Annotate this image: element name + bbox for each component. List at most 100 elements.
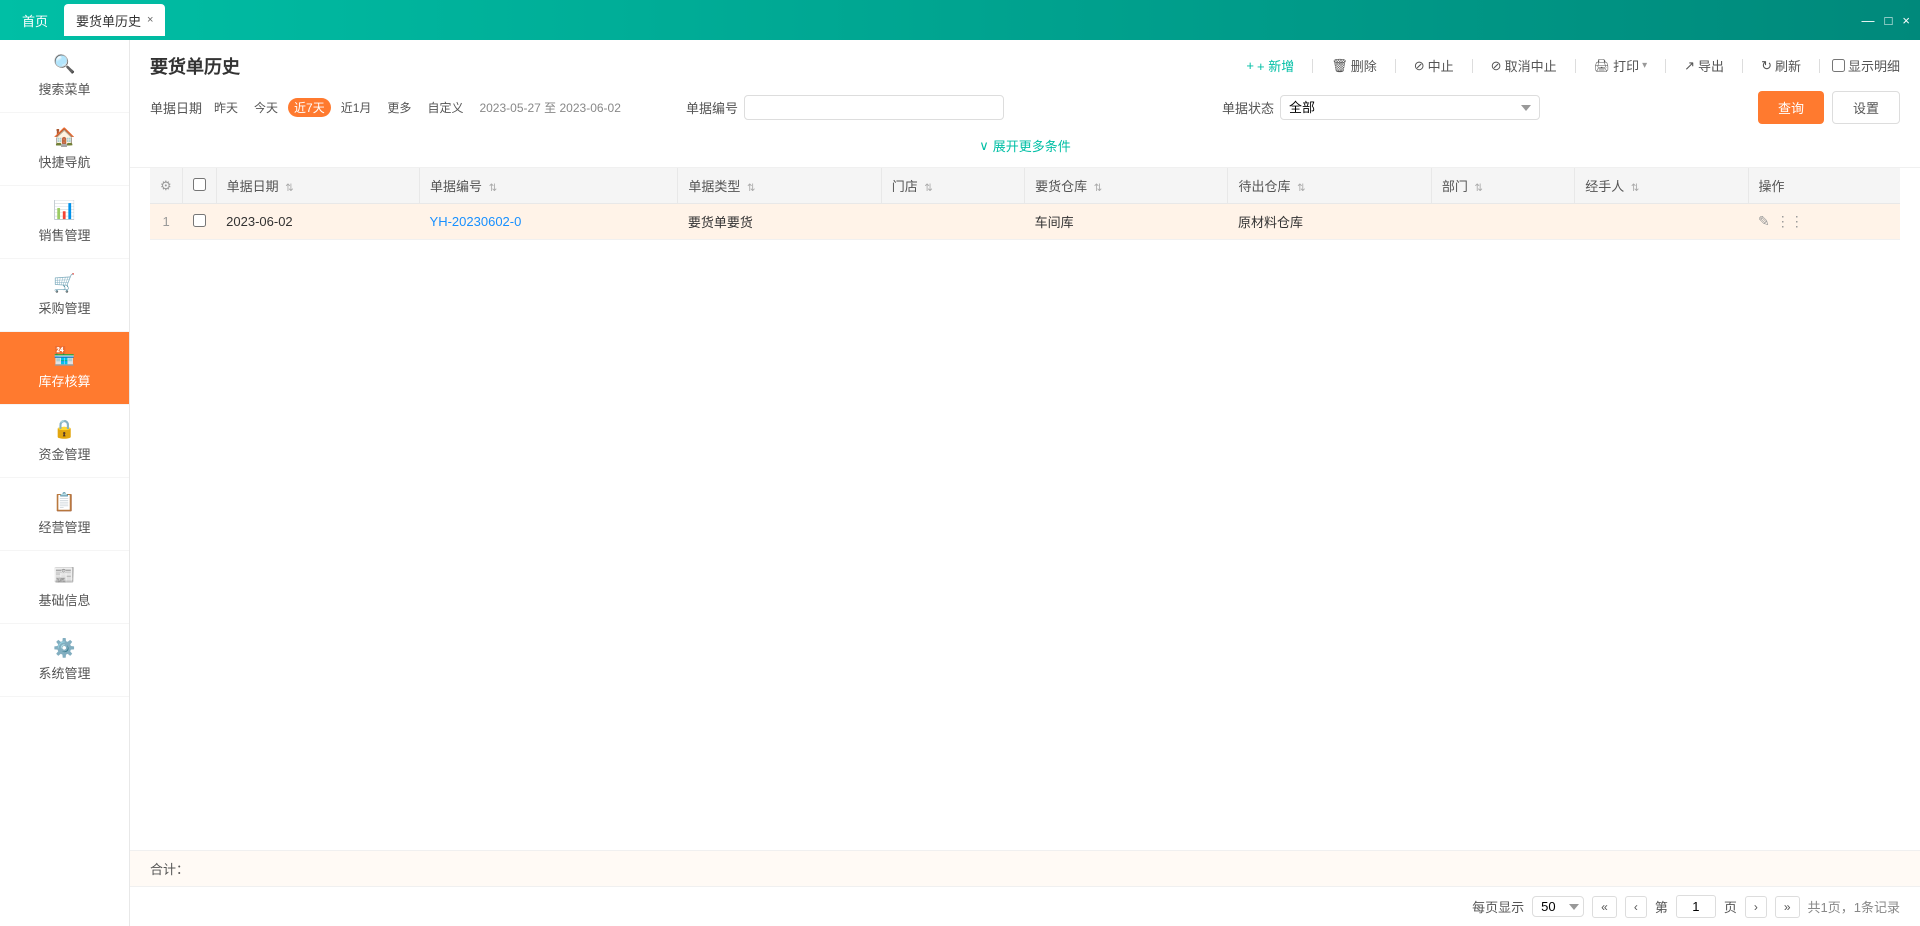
sort-handler-icon: ⇅ — [1631, 183, 1639, 194]
tab-home-label: 首页 — [22, 11, 48, 30]
row-handler — [1575, 204, 1748, 240]
divider-3 — [1472, 59, 1473, 73]
delete-button[interactable]: 🗑 删除 — [1325, 52, 1383, 79]
sidebar-item-operations[interactable]: 📋 经营管理 — [0, 478, 129, 551]
base-icon: 📰 — [53, 565, 75, 586]
first-page-button[interactable]: « — [1592, 896, 1617, 918]
row-more-icon[interactable]: ⋮⋮ — [1776, 213, 1804, 230]
sidebar-item-sales-label: 销售管理 — [38, 225, 90, 244]
select-all-checkbox[interactable] — [193, 178, 206, 191]
sidebar-item-search[interactable]: 🔍 搜索菜单 — [0, 40, 129, 113]
sidebar-item-base[interactable]: 📰 基础信息 — [0, 551, 129, 624]
system-icon: ⚙️ — [53, 638, 75, 659]
table-col-handler[interactable]: 经手人 ⇅ — [1575, 168, 1748, 204]
refresh-button[interactable]: ↻ 刷新 — [1755, 52, 1807, 79]
divider-1 — [1312, 59, 1313, 73]
print-button[interactable]: 🖨 打印 ▾ — [1588, 52, 1654, 79]
display-detail-toggle[interactable]: 显示明细 — [1832, 56, 1900, 75]
display-detail-checkbox[interactable] — [1832, 59, 1845, 72]
page-header: 要货单历史 + + 新增 🗑 删除 ⊘ 中止 ⊘ — [130, 40, 1920, 79]
expand-label: 展开更多条件 — [993, 136, 1071, 155]
date-options: 昨天 今天 近7天 近1月 更多 自定义 — [208, 98, 469, 117]
row-edit-icon[interactable]: ✎ — [1758, 213, 1770, 230]
tab-close-icon[interactable]: × — [147, 14, 153, 26]
sort-store-icon: ⇅ — [924, 183, 932, 194]
sidebar-item-search-label: 搜索菜单 — [38, 79, 90, 98]
table-footer: 合计： — [130, 850, 1920, 886]
doc-status-label: 单据状态 — [1222, 98, 1274, 117]
filter-doc-number: 单据编号 — [686, 95, 1206, 120]
sidebar-item-purchase[interactable]: 🛒 采购管理 — [0, 259, 129, 332]
col-handler-label: 经手人 — [1585, 179, 1624, 194]
page-title: 要货单历史 — [150, 53, 240, 79]
query-button[interactable]: 查询 — [1758, 91, 1824, 124]
filter-doc-date: 单据日期 昨天 今天 近7天 近1月 更多 自定义 2023-05-27 至 2… — [150, 98, 670, 117]
table-col-store[interactable]: 门店 ⇅ — [881, 168, 1024, 204]
sort-req-warehouse-icon: ⇅ — [1094, 183, 1102, 194]
table-col-type[interactable]: 单据类型 ⇅ — [678, 168, 881, 204]
row-actions-cell: ✎ ⋮⋮ — [1748, 204, 1900, 240]
col-actions-label: 操作 — [1759, 179, 1785, 194]
date-opt-1month[interactable]: 近1月 — [335, 98, 378, 117]
filter-row-1: 单据日期 昨天 今天 近7天 近1月 更多 自定义 2023-05-27 至 2… — [150, 91, 1900, 124]
print-icon: 🖨 — [1594, 58, 1611, 74]
per-page-select[interactable]: 10 20 50 100 — [1532, 896, 1584, 917]
row-checkbox-cell — [182, 204, 216, 240]
row-number-link[interactable]: YH-20230602-0 — [430, 214, 522, 229]
table-col-checkbox — [182, 168, 216, 204]
col-number-label: 单据编号 — [430, 179, 482, 194]
last-page-button[interactable]: » — [1775, 896, 1800, 918]
close-button[interactable]: × — [1902, 13, 1910, 28]
main-layout: 🔍 搜索菜单 🏠 快捷导航 📊 销售管理 🛒 采购管理 🏪 库存核算 🔒 资金管… — [0, 40, 1920, 926]
new-icon: + — [1246, 58, 1254, 73]
table-col-number[interactable]: 单据编号 ⇅ — [420, 168, 678, 204]
home-icon: 🏠 — [53, 127, 75, 148]
stop-button[interactable]: ⊘ 中止 — [1408, 52, 1460, 79]
new-button[interactable]: + + 新增 — [1240, 52, 1300, 79]
table-col-pending-warehouse[interactable]: 待出仓库 ⇅ — [1228, 168, 1431, 204]
doc-number-input[interactable] — [744, 95, 1004, 120]
sidebar-item-finance-label: 资金管理 — [38, 444, 90, 463]
sidebar-item-system-label: 系统管理 — [38, 663, 90, 682]
export-button[interactable]: ↗ 导出 — [1678, 52, 1730, 79]
table-row: 1 2023-06-02 YH-20230602-0 要货单要货 车间库 原材料… — [150, 204, 1900, 240]
doc-number-label: 单据编号 — [686, 98, 738, 117]
table-header: ⚙ 单据日期 ⇅ 单据编号 ⇅ 单据类型 — [150, 168, 1900, 204]
sidebar-item-finance[interactable]: 🔒 资金管理 — [0, 405, 129, 478]
date-opt-today[interactable]: 今天 — [248, 98, 284, 117]
row-checkbox[interactable] — [193, 214, 206, 227]
sort-pending-warehouse-icon: ⇅ — [1297, 183, 1305, 194]
page-number-input[interactable] — [1676, 895, 1716, 918]
doc-status-select[interactable]: 全部 草稿 审核中 已审核 已完成 — [1280, 95, 1540, 120]
sidebar-item-sales[interactable]: 📊 销售管理 — [0, 186, 129, 259]
tab-requisition-history[interactable]: 要货单历史 × — [64, 4, 165, 36]
date-opt-custom[interactable]: 自定义 — [421, 98, 469, 117]
export-label: 导出 — [1698, 56, 1724, 75]
sort-department-icon: ⇅ — [1475, 183, 1483, 194]
window-controls: — □ × — [1862, 13, 1910, 28]
date-opt-more[interactable]: 更多 — [381, 98, 417, 117]
maximize-button[interactable]: □ — [1885, 13, 1893, 28]
sidebar-item-shortcut[interactable]: 🏠 快捷导航 — [0, 113, 129, 186]
table-col-req-warehouse[interactable]: 要货仓库 ⇅ — [1025, 168, 1228, 204]
table-container: ⚙ 单据日期 ⇅ 单据编号 ⇅ 单据类型 — [130, 168, 1920, 850]
date-opt-7days[interactable]: 近7天 — [288, 98, 331, 117]
table-col-date[interactable]: 单据日期 ⇅ — [216, 168, 419, 204]
table-col-department[interactable]: 部门 ⇅ — [1431, 168, 1574, 204]
row-req-warehouse: 车间库 — [1025, 204, 1228, 240]
sidebar-item-inventory[interactable]: 🏪 库存核算 — [0, 332, 129, 405]
date-opt-yesterday[interactable]: 昨天 — [208, 98, 244, 117]
tab-home[interactable]: 首页 — [10, 4, 60, 36]
page-prefix-label: 第 — [1655, 897, 1668, 916]
minimize-button[interactable]: — — [1862, 13, 1875, 28]
sidebar-item-system[interactable]: ⚙️ 系统管理 — [0, 624, 129, 697]
next-page-button[interactable]: › — [1745, 896, 1767, 918]
expand-more-button[interactable]: ∨ 展开更多条件 — [150, 132, 1900, 159]
doc-date-label: 单据日期 — [150, 98, 202, 117]
prev-page-button[interactable]: ‹ — [1625, 896, 1647, 918]
settings-button[interactable]: 设置 — [1832, 91, 1900, 124]
cancel-stop-button[interactable]: ⊘ 取消中止 — [1485, 52, 1563, 79]
table-col-settings[interactable]: ⚙ — [150, 168, 182, 204]
refresh-icon: ↻ — [1761, 58, 1772, 74]
cancel-stop-icon: ⊘ — [1491, 58, 1502, 74]
